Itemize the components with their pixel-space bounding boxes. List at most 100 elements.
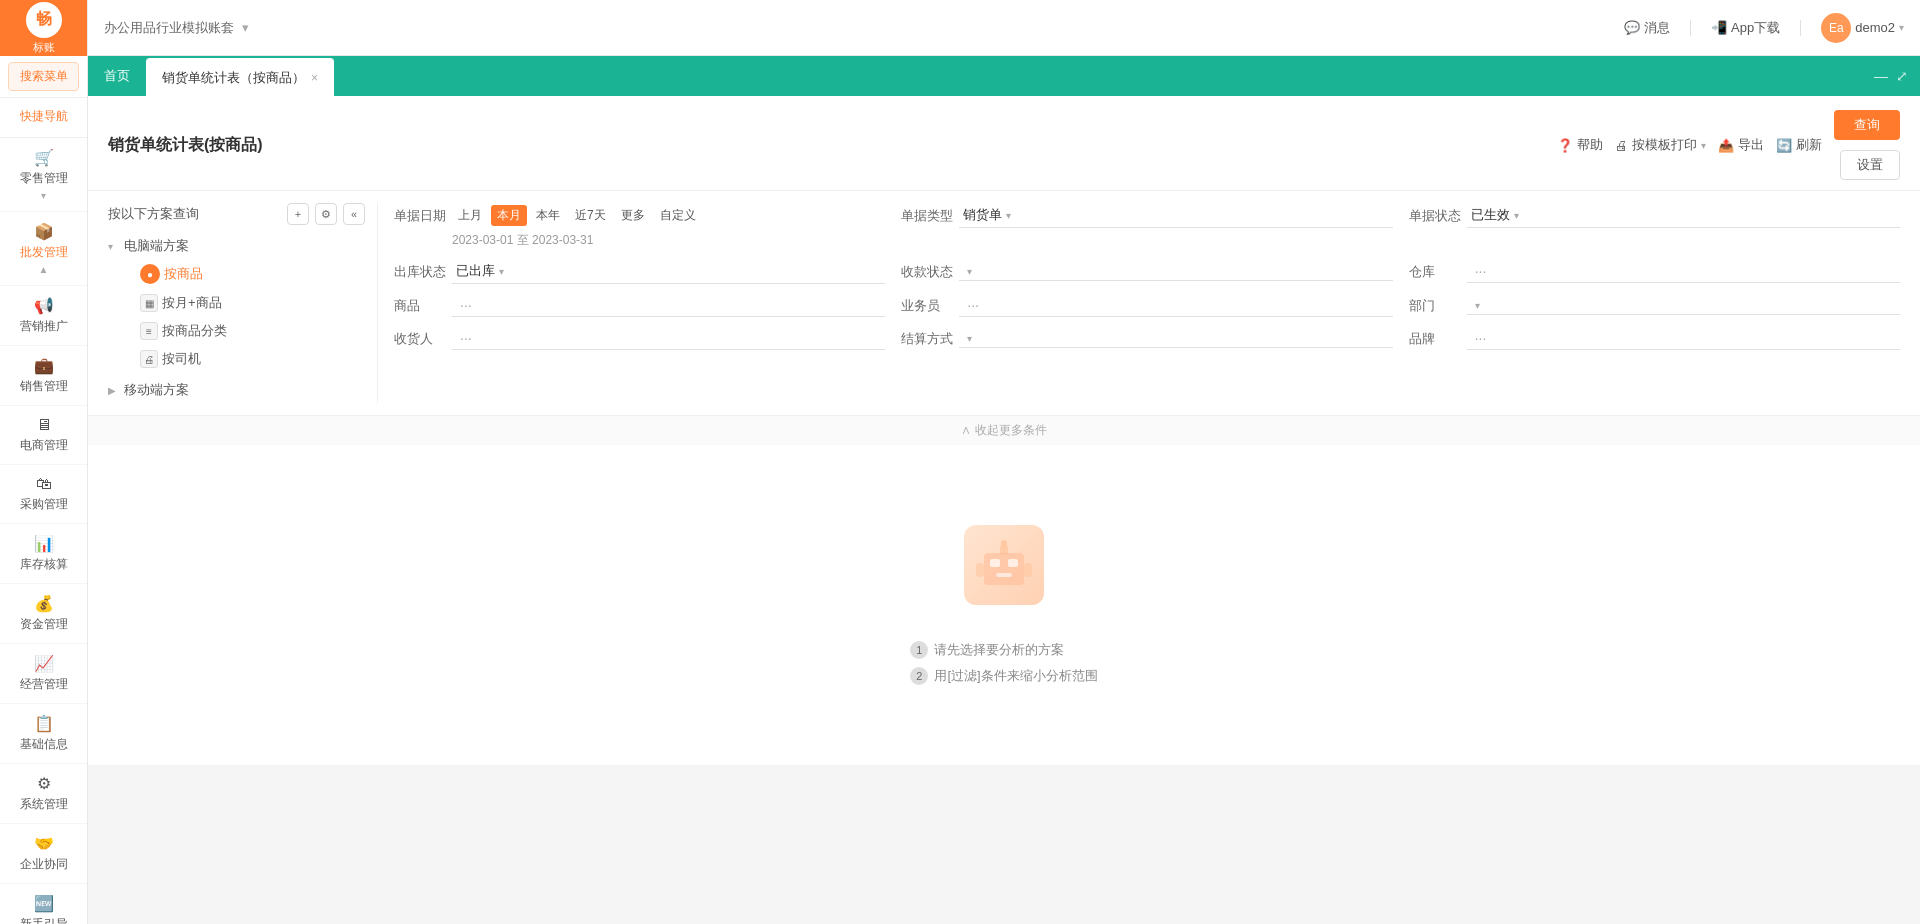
date-tab-更多[interactable]: 更多 [615,205,651,226]
date-tab-自定义[interactable]: 自定义 [654,205,702,226]
scheme-mobile-root[interactable]: ▶ 移动端方案 [108,377,365,403]
menu-icon-10: ⚙ [37,774,51,793]
svg-rect-7 [1024,563,1032,577]
sidebar-menu-item-5[interactable]: 🛍采购管理 [0,465,87,524]
menu-label-12: 新手引导 [20,916,68,924]
sidebar-menu-item-7[interactable]: 💰资金管理 [0,584,87,644]
query-btn-group: 查询 设置 [1834,110,1900,180]
print-button[interactable]: 🖨 按模板打印 ▾ [1615,136,1706,154]
sidebar-menu-item-6[interactable]: 📊 库存核算 [0,524,87,584]
tip2-number: 2 [910,667,928,685]
tab-maximize-icon[interactable]: ⤢ [1896,68,1908,84]
doc-type-field[interactable]: 销货单 ▾ [959,203,1392,228]
receiver-field[interactable]: ··· [452,327,885,350]
tab-home[interactable]: 首页 [88,56,146,96]
app-download-button[interactable]: 📲 App下载 [1711,19,1780,37]
tab-active[interactable]: 销货单统计表（按商品） × [146,58,334,98]
warehouse-field[interactable]: ··· [1467,260,1900,283]
scheme-sub-item-1[interactable]: ▦按月+商品 [108,289,365,317]
tip1-number: 1 [910,641,928,659]
help-button[interactable]: ❓ 帮助 [1557,136,1603,154]
scheme-active-icon-0: ● [140,264,160,284]
doc-status-field[interactable]: 已生效 ▾ [1467,203,1900,228]
out-status-field[interactable]: 已出库 ▾ [452,259,885,284]
date-tab-本月[interactable]: 本月 [491,205,527,226]
export-button[interactable]: 📤 导出 [1718,136,1764,154]
staff-more-icon[interactable]: ··· [967,297,979,313]
tab-minimize-icon[interactable]: — [1874,68,1888,84]
staff-filter-row: 业务员 ··· [901,294,1392,317]
payment-status-label: 收款状态 [901,263,953,281]
warehouse-more-icon[interactable]: ··· [1475,263,1487,279]
dept-label: 部门 [1409,297,1461,315]
sidebar-menu-item-11[interactable]: 🤝企业协同 [0,824,87,884]
staff-field[interactable]: ··· [959,294,1392,317]
menu-icon-9: 📋 [34,714,54,733]
quick-nav-button[interactable]: 快捷导航 [8,102,79,131]
refresh-button[interactable]: 🔄 刷新 [1776,136,1822,154]
menu-icon-4: 🖥 [36,416,52,434]
sidebar-menu-item-8[interactable]: 📈经营管理 [0,644,87,704]
tab-close-icon[interactable]: × [311,71,318,85]
brand-field[interactable]: ··· [1467,327,1900,350]
doc-type-dropdown-icon[interactable]: ▾ [1006,210,1011,221]
menu-icon-8: 📈 [34,654,54,673]
goods-field[interactable]: ··· [452,294,885,317]
goods-label: 商品 [394,297,446,315]
settle-filter-row: 结算方式 ▾ [901,327,1392,350]
scheme-collapse-button[interactable]: « [343,203,365,225]
search-menu-button[interactable]: 搜索菜单 [8,62,79,91]
page-header: 销货单统计表(按商品) ❓ 帮助 🖨 按模板打印 ▾ 📤 导出 [88,96,1920,191]
scheme-icon-3: 🖨 [140,350,158,368]
menu-icon-6: 📊 [34,534,54,553]
date-tab-近7天[interactable]: 近7天 [569,205,612,226]
collapse-bar[interactable]: ∧ 收起更多条件 [88,415,1920,445]
doc-type-filter-row: 单据类型 销货单 ▾ [901,203,1392,228]
doc-status-filter-row: 单据状态 已生效 ▾ [1409,203,1900,228]
scheme-settings-button[interactable]: ⚙ [315,203,337,225]
dept-dropdown-icon[interactable]: ▾ [1475,300,1480,311]
sidebar-menu-item-9[interactable]: 📋基础信息 [0,704,87,764]
app-logo[interactable]: 畅 标账 [0,0,87,56]
scheme-item-label-3: 按司机 [162,350,201,368]
dept-filter-row: 部门 ▾ [1409,294,1900,317]
scheme-tree-root[interactable]: ▾ 电脑端方案 [108,233,365,259]
receiver-more-icon[interactable]: ··· [460,330,472,346]
scheme-sub-item-3[interactable]: 🖨按司机 [108,345,365,373]
dept-field[interactable]: ▾ [1467,297,1900,315]
menu-expand-icon-0: ▾ [41,190,46,201]
sidebar-menu-item-2[interactable]: 📢营销推广 [0,286,87,346]
settle-field[interactable]: ▾ [959,330,1392,348]
sidebar-menu-item-0[interactable]: 🛒零售管理▾ [0,138,87,212]
scheme-sub-item-2[interactable]: ≡按商品分类 [108,317,365,345]
settings-button[interactable]: 设置 [1840,150,1900,180]
tab-active-label: 销货单统计表（按商品） [162,69,305,87]
sidebar-menu-item-10[interactable]: ⚙系统管理 [0,764,87,824]
user-avatar-button[interactable]: Ea demo2 ▾ [1821,13,1904,43]
out-status-dropdown-icon[interactable]: ▾ [499,266,504,277]
page-actions: ❓ 帮助 🖨 按模板打印 ▾ 📤 导出 🔄 刷新 [1557,110,1900,180]
sidebar-menu-item-4[interactable]: 🖥电商管理 [0,406,87,465]
goods-more-icon[interactable]: ··· [460,297,472,313]
message-button[interactable]: 💬 消息 [1624,19,1670,37]
brand-more-icon[interactable]: ··· [1475,330,1487,346]
sidebar-menu-item-3[interactable]: 💼销售管理 [0,346,87,406]
empty-icon [954,525,1054,625]
help-label: 帮助 [1577,136,1603,154]
out-status-filter-row: 出库状态 已出库 ▾ [394,259,885,284]
payment-status-dropdown-icon[interactable]: ▾ [967,266,972,277]
payment-status-field[interactable]: ▾ [959,263,1392,281]
scheme-sub-item-0[interactable]: ●按商品 [108,259,365,289]
menu-label-6: 库存核算 [20,556,68,573]
scheme-title: 按以下方案查询 [108,205,199,223]
doc-status-dropdown-icon[interactable]: ▾ [1514,210,1519,221]
sidebar-menu-item-12[interactable]: 🆕新手引导 [0,884,87,924]
scheme-add-button[interactable]: + [287,203,309,225]
date-tab-本年[interactable]: 本年 [530,205,566,226]
out-status-value: 已出库 [456,262,495,280]
settle-dropdown-icon[interactable]: ▾ [967,333,972,344]
title-dropdown-icon[interactable]: ▾ [242,20,249,35]
query-button[interactable]: 查询 [1834,110,1900,140]
sidebar-menu-item-1[interactable]: 📦批发管理▲ [0,212,87,286]
date-tab-上月[interactable]: 上月 [452,205,488,226]
